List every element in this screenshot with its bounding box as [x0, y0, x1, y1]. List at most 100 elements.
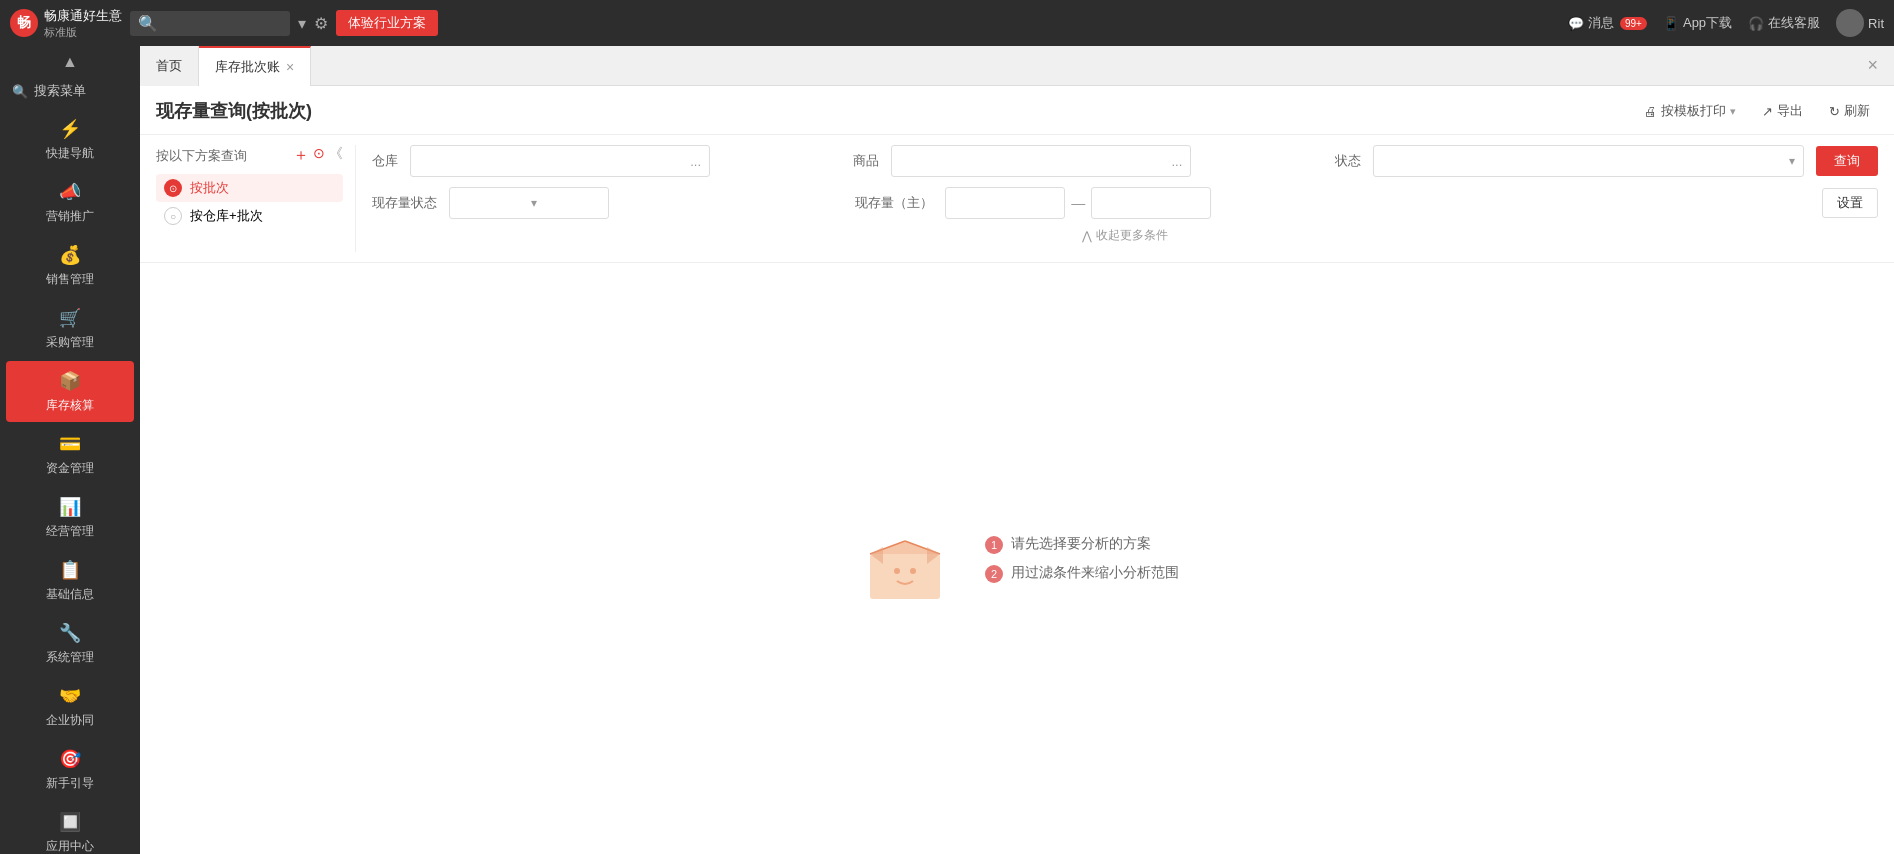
warehouse-more-icon[interactable]: ...	[690, 154, 701, 169]
edit-scheme-icon[interactable]: ⊙	[313, 145, 325, 166]
message-icon: 💬	[1568, 16, 1584, 31]
sidebar-item-inventory[interactable]: 📦 库存核算	[6, 361, 134, 422]
sidebar-item-system[interactable]: 🔧 系统管理	[6, 613, 134, 674]
page-header: 现存量查询(按批次) 🖨 按模板打印 ▾ ↗ 导出 ↻ 刷新	[140, 86, 1894, 135]
inventory-qty-max[interactable]	[1091, 187, 1211, 219]
collapse-row[interactable]: ⋀ 收起更多条件	[372, 219, 1878, 252]
messages-item[interactable]: 💬 消息 99+	[1568, 14, 1647, 32]
logo-area: 畅 畅康通好生意 标准版	[10, 7, 122, 40]
warehouse-field-wrapper: 仓库 ...	[372, 145, 841, 177]
status-input[interactable]: ▾	[1373, 145, 1804, 177]
sidebar-item-operations[interactable]: 📊 经营管理	[6, 487, 134, 548]
basic-info-label: 基础信息	[46, 586, 94, 603]
empty-state-content: 1 请先选择要分析的方案 2 用过滤条件来缩小分析范围	[855, 509, 1179, 609]
empty-step-2: 2 用过滤条件来缩小分析范围	[985, 564, 1179, 583]
empty-state: 1 请先选择要分析的方案 2 用过滤条件来缩小分析范围	[140, 263, 1894, 854]
inventory-qty-wrapper: 现存量（主） —	[855, 187, 1326, 219]
collapse-icon: ⋀	[1082, 229, 1092, 243]
finance-label: 资金管理	[46, 460, 94, 477]
export-icon: ↗	[1762, 104, 1773, 119]
messages-label: 消息	[1588, 14, 1614, 32]
messages-badge: 99+	[1620, 17, 1647, 30]
tab-close-button[interactable]: ×	[286, 59, 294, 75]
print-template-btn[interactable]: 🖨 按模板打印 ▾	[1636, 98, 1744, 124]
filter-left-header: 按以下方案查询 ＋ ⊙ 《	[156, 145, 343, 166]
filter-right: 仓库 ... 商品	[356, 145, 1878, 252]
filter-rows: 仓库 ... 商品	[372, 145, 1878, 219]
product-field-wrapper: 商品 ...	[853, 145, 1322, 177]
search-input[interactable]	[162, 16, 282, 30]
inventory-icon: 📦	[58, 369, 82, 393]
main-layout: ▲ 🔍 搜索菜单 ⚡ 快捷导航 📣 营销推广 💰 销售管理 🛒 采购管理 📦 库…	[0, 46, 1894, 854]
tab-batch-account[interactable]: 库存批次账 ×	[199, 46, 311, 86]
dropdown-icon[interactable]: ▾	[298, 14, 306, 33]
close-panel-icon[interactable]: ×	[1859, 55, 1886, 76]
online-service-item[interactable]: 🎧 在线客服	[1748, 14, 1820, 32]
sidebar-item-app-center[interactable]: 🔲 应用中心	[6, 802, 134, 854]
page-header-actions: 🖨 按模板打印 ▾ ↗ 导出 ↻ 刷新	[1636, 98, 1878, 124]
user-name: Rit	[1868, 16, 1884, 31]
refresh-label: 刷新	[1844, 102, 1870, 120]
enterprise-label: 企业协同	[46, 712, 94, 729]
purchase-label: 采购管理	[46, 334, 94, 351]
sidebar-item-newbie[interactable]: 🎯 新手引导	[6, 739, 134, 800]
trial-button[interactable]: 体验行业方案	[336, 10, 438, 36]
sidebar-search[interactable]: 🔍 搜索菜单	[0, 74, 140, 108]
inventory-label: 库存核算	[46, 397, 94, 414]
filter-scheme-title: 按以下方案查询	[156, 147, 247, 165]
sidebar-item-sales[interactable]: 💰 销售管理	[6, 235, 134, 296]
basic-info-icon: 📋	[58, 558, 82, 582]
user-item[interactable]: Rit	[1836, 9, 1884, 37]
header-left: 畅 畅康通好生意 标准版 🔍 ▾ ⚙ 体验行业方案	[10, 7, 438, 40]
export-btn[interactable]: ↗ 导出	[1754, 98, 1811, 124]
sidebar-item-basic-info[interactable]: 📋 基础信息	[6, 550, 134, 611]
sidebar-scroll-up[interactable]: ▲	[0, 50, 140, 74]
query-button[interactable]: 查询	[1816, 146, 1878, 176]
inventory-status-wrapper: 现存量状态 ▾	[372, 187, 843, 219]
content-area: 首页 库存批次账 × × 现存量查询(按批次) 🖨 按模板打印 ▾	[140, 46, 1894, 854]
refresh-btn[interactable]: ↻ 刷新	[1821, 98, 1878, 124]
scheme-by-batch-label: 按批次	[190, 179, 229, 197]
scheme-item-by-warehouse-batch[interactable]: ○ 按仓库+批次	[156, 202, 343, 230]
edition-label: 标准版	[44, 25, 122, 40]
search-bar[interactable]: 🔍	[130, 11, 290, 36]
add-scheme-icon[interactable]: ＋	[293, 145, 309, 166]
scheme-item-by-batch[interactable]: ⊙ 按批次	[156, 174, 343, 202]
sidebar-item-quick-nav[interactable]: ⚡ 快捷导航	[6, 109, 134, 170]
status-dropdown-icon[interactable]: ▾	[1789, 154, 1795, 168]
refresh-icon: ↻	[1829, 104, 1840, 119]
newbie-icon: 🎯	[58, 747, 82, 771]
settings-button[interactable]: 设置	[1822, 188, 1878, 218]
sidebar-item-finance[interactable]: 💳 资金管理	[6, 424, 134, 485]
app-download-item[interactable]: 📱 App下载	[1663, 14, 1732, 32]
step1-num: 1	[985, 536, 1003, 554]
operations-icon: 📊	[58, 495, 82, 519]
collapse-scheme-icon[interactable]: 《	[329, 145, 343, 166]
product-label: 商品	[853, 152, 879, 170]
svg-point-7	[910, 568, 916, 574]
finance-icon: 💳	[58, 432, 82, 456]
settings-icon[interactable]: ⚙	[314, 14, 328, 33]
filter-row-1: 仓库 ... 商品	[372, 145, 1878, 177]
inventory-status-select[interactable]: ▾	[449, 187, 609, 219]
scheme-inactive-icon: ○	[164, 207, 182, 225]
inventory-status-label: 现存量状态	[372, 194, 437, 212]
print-dropdown-icon[interactable]: ▾	[1730, 105, 1736, 118]
sidebar-item-enterprise[interactable]: 🤝 企业协同	[6, 676, 134, 737]
product-input[interactable]: ...	[891, 145, 1191, 177]
inventory-qty-label: 现存量（主）	[855, 194, 933, 212]
warehouse-input[interactable]: ...	[410, 145, 710, 177]
filter-left: 按以下方案查询 ＋ ⊙ 《 ⊙ 按批次 ○	[156, 145, 356, 252]
inventory-status-chevron: ▾	[531, 196, 600, 210]
sidebar-item-purchase[interactable]: 🛒 采购管理	[6, 298, 134, 359]
company-name: 畅康通好生意	[44, 7, 122, 25]
sidebar-item-marketing[interactable]: 📣 营销推广	[6, 172, 134, 233]
filter-wrapper: 按以下方案查询 ＋ ⊙ 《 ⊙ 按批次 ○	[140, 135, 1894, 263]
quick-nav-label: 快捷导航	[46, 145, 94, 162]
tab-bar: 首页 库存批次账 × ×	[140, 46, 1894, 86]
tab-home[interactable]: 首页	[140, 46, 199, 86]
tab-bar-right: ×	[1859, 55, 1894, 76]
operations-label: 经营管理	[46, 523, 94, 540]
inventory-qty-min[interactable]	[945, 187, 1065, 219]
product-more-icon[interactable]: ...	[1171, 154, 1182, 169]
